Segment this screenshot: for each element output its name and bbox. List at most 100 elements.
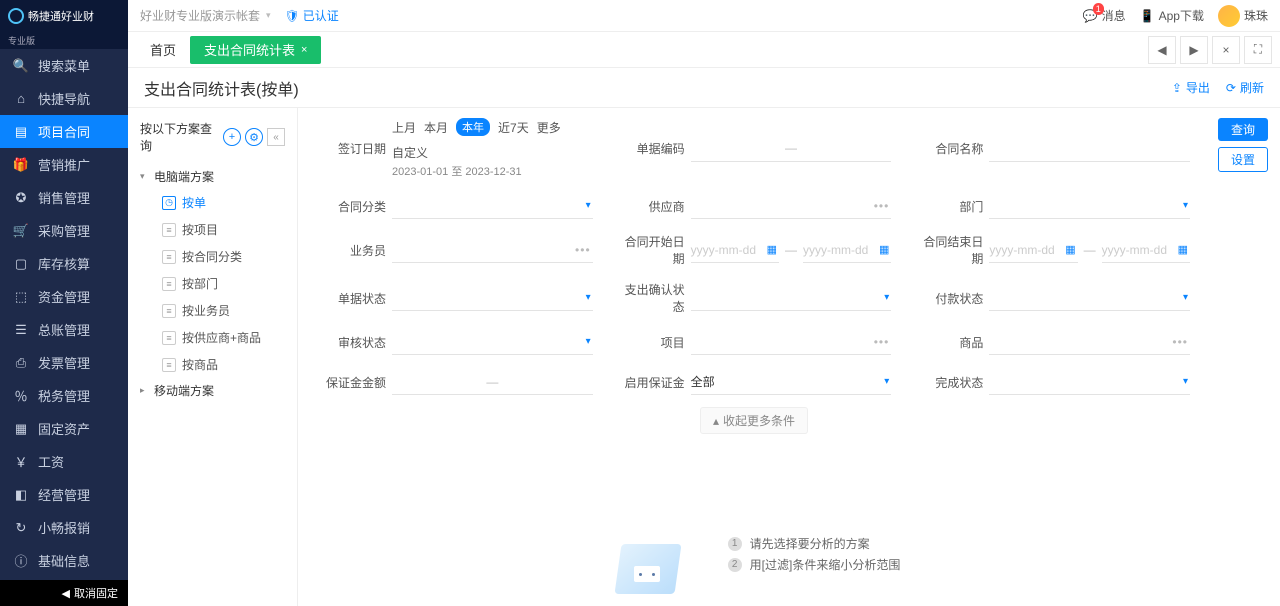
- date-preset[interactable]: 上月: [392, 119, 416, 136]
- nav-item-refresh[interactable]: ↻小畅报销: [0, 511, 128, 544]
- nav-item-file[interactable]: ▤项目合同: [0, 115, 128, 148]
- tree-group-pc[interactable]: ▾ 电脑端方案: [132, 164, 293, 189]
- main: 好业财专业版演示帐套 ▾ 🛡 已认证 💬 消息 1 📱 App下载 珠珠: [128, 0, 1280, 606]
- app-download-button[interactable]: 📱 App下载: [1140, 7, 1204, 24]
- biz-icon: ◧: [14, 488, 28, 502]
- filter-input[interactable]: —: [691, 136, 892, 162]
- scheme-leaf[interactable]: ≡按部门: [132, 270, 293, 297]
- nav-item-search[interactable]: 🔍搜索菜单: [0, 49, 128, 82]
- filter-label: 合同结束日期: [915, 233, 989, 267]
- query-button[interactable]: 查询: [1218, 118, 1268, 141]
- filter-label: 商品: [915, 334, 989, 351]
- env-selector[interactable]: 好业财专业版演示帐套 ▾: [140, 7, 271, 24]
- scheme-settings-button[interactable]: ⚙: [245, 128, 263, 146]
- gift-icon: 🎁: [14, 158, 28, 172]
- user-menu[interactable]: 珠珠: [1218, 5, 1268, 27]
- tax-icon: ％: [14, 389, 28, 403]
- date-from-input[interactable]: yyyy-mm-dd▦: [989, 237, 1077, 263]
- shield-icon: 🛡: [285, 9, 300, 23]
- empty-state: 1请先选择要分析的方案 2用[过滤]条件来缩小分析范围: [298, 434, 1210, 606]
- date-from-input[interactable]: yyyy-mm-dd▦: [691, 237, 779, 263]
- filter-lookup[interactable]: •••: [691, 193, 892, 219]
- date-to-input[interactable]: yyyy-mm-dd▦: [1102, 237, 1190, 263]
- scheme-collapse-button[interactable]: «: [267, 128, 285, 146]
- file-icon: ▤: [14, 125, 28, 139]
- filter-dropdown[interactable]: 全部▾: [691, 369, 892, 395]
- filter-label: 支出确认状态: [617, 281, 691, 315]
- settings-button[interactable]: 设置: [1218, 147, 1268, 172]
- nav-item-biz[interactable]: ◧经营管理: [0, 478, 128, 511]
- date-preset[interactable]: 本年: [456, 118, 490, 136]
- filter-dropdown[interactable]: ▾: [392, 193, 593, 219]
- scheme-leaf[interactable]: ≡按业务员: [132, 297, 293, 324]
- nav-item-asset[interactable]: ▦固定资产: [0, 412, 128, 445]
- close-icon[interactable]: ×: [301, 44, 307, 56]
- filter-dropdown[interactable]: ▾: [392, 285, 593, 311]
- search-icon: 🔍: [14, 59, 28, 73]
- scheme-leaf[interactable]: ≡按商品: [132, 351, 293, 378]
- date-to-input[interactable]: yyyy-mm-dd▦: [803, 237, 891, 263]
- nav-item-wallet[interactable]: ⬚资金管理: [0, 280, 128, 313]
- filter-row: 部门▾: [915, 193, 1190, 219]
- scheme-leaf[interactable]: ◷按单: [132, 189, 293, 216]
- refresh-button[interactable]: ⟳ 刷新: [1226, 79, 1264, 96]
- filter-dropdown[interactable]: ▾: [989, 369, 1190, 395]
- filter-label: 付款状态: [915, 290, 989, 307]
- topbar: 好业财专业版演示帐套 ▾ 🛡 已认证 💬 消息 1 📱 App下载 珠珠: [128, 0, 1280, 32]
- pay-icon: ￥: [14, 455, 28, 469]
- filter-dropdown[interactable]: ▾: [392, 329, 593, 355]
- chevron-up-icon: ▴: [713, 414, 719, 428]
- more-icon: •••: [874, 335, 890, 349]
- tab-next-button[interactable]: ▶: [1180, 36, 1208, 64]
- scheme-panel: 按以下方案查询 + ⚙ « ▾ 电脑端方案 ◷按单≡按项目≡按合同分类≡按部门≡…: [128, 108, 298, 606]
- filter-input[interactable]: —: [392, 369, 593, 395]
- nav-item-pay[interactable]: ￥工资: [0, 445, 128, 478]
- scheme-leaf[interactable]: ≡按合同分类: [132, 243, 293, 270]
- tab-prev-button[interactable]: ◀: [1148, 36, 1176, 64]
- nav-item-badge[interactable]: ✪销售管理: [0, 181, 128, 214]
- filter-label: 签订日期: [318, 140, 392, 157]
- pin-toggle[interactable]: ◀ 取消固定: [0, 580, 128, 606]
- nav-item-tax[interactable]: ％税务管理: [0, 379, 128, 412]
- date-preset[interactable]: 自定义: [392, 144, 428, 161]
- filter-dropdown[interactable]: ▾: [691, 285, 892, 311]
- nav-item-home[interactable]: ⌂快捷导航: [0, 82, 128, 115]
- tab-active[interactable]: 支出合同统计表 ×: [190, 36, 321, 64]
- nav-item-ledger[interactable]: ☰总账管理: [0, 313, 128, 346]
- export-button[interactable]: ⇪ 导出: [1172, 79, 1210, 96]
- date-range: yyyy-mm-dd▦—yyyy-mm-dd▦: [989, 237, 1190, 263]
- asset-icon: ▦: [14, 422, 28, 436]
- tree-group-mobile[interactable]: ▸ 移动端方案: [132, 378, 293, 403]
- nav-item-cart[interactable]: 🛒采购管理: [0, 214, 128, 247]
- nav-item-info[interactable]: ⓘ基础信息: [0, 544, 128, 577]
- filter-lookup[interactable]: •••: [392, 237, 593, 263]
- fullscreen-button[interactable]: ⛶: [1244, 36, 1272, 64]
- filter-dropdown[interactable]: ▾: [989, 285, 1190, 311]
- box-icon: ▢: [14, 257, 28, 271]
- tab-home[interactable]: 首页: [136, 36, 190, 64]
- filter-lookup[interactable]: •••: [691, 329, 892, 355]
- nav-item-box[interactable]: ▢库存核算: [0, 247, 128, 280]
- filter-row: 合同结束日期yyyy-mm-dd▦—yyyy-mm-dd▦: [915, 233, 1190, 267]
- nav-item-receipt[interactable]: ⎙发票管理: [0, 346, 128, 379]
- brand-icon: [8, 8, 24, 24]
- date-preset[interactable]: 近7天: [498, 119, 529, 136]
- tab-close-all-button[interactable]: ×: [1212, 36, 1240, 64]
- messages-button[interactable]: 💬 消息 1: [1083, 7, 1126, 24]
- filter-input[interactable]: [989, 136, 1190, 162]
- filter-lookup[interactable]: •••: [989, 329, 1190, 355]
- caret-down-icon: ▾: [140, 171, 148, 182]
- filter-dropdown[interactable]: ▾: [989, 193, 1190, 219]
- filter-label: 业务员: [318, 242, 392, 259]
- date-preset[interactable]: 更多: [537, 119, 561, 136]
- filter-row: 签订日期上月本月本年近7天更多自定义2023-01-01 至 2023-12-3…: [318, 118, 593, 179]
- nav-item-gift[interactable]: 🎁营销推广: [0, 148, 128, 181]
- filter-row: 供应商•••: [617, 193, 892, 219]
- scheme-leaf[interactable]: ≡按供应商+商品: [132, 324, 293, 351]
- scheme-leaf[interactable]: ≡按项目: [132, 216, 293, 243]
- filter-label: 合同名称: [915, 140, 989, 157]
- scheme-add-button[interactable]: +: [223, 128, 241, 146]
- filter-row: 支出确认状态▾: [617, 281, 892, 315]
- date-preset[interactable]: 本月: [424, 119, 448, 136]
- collapse-more-button[interactable]: ▴ 收起更多条件: [700, 407, 808, 434]
